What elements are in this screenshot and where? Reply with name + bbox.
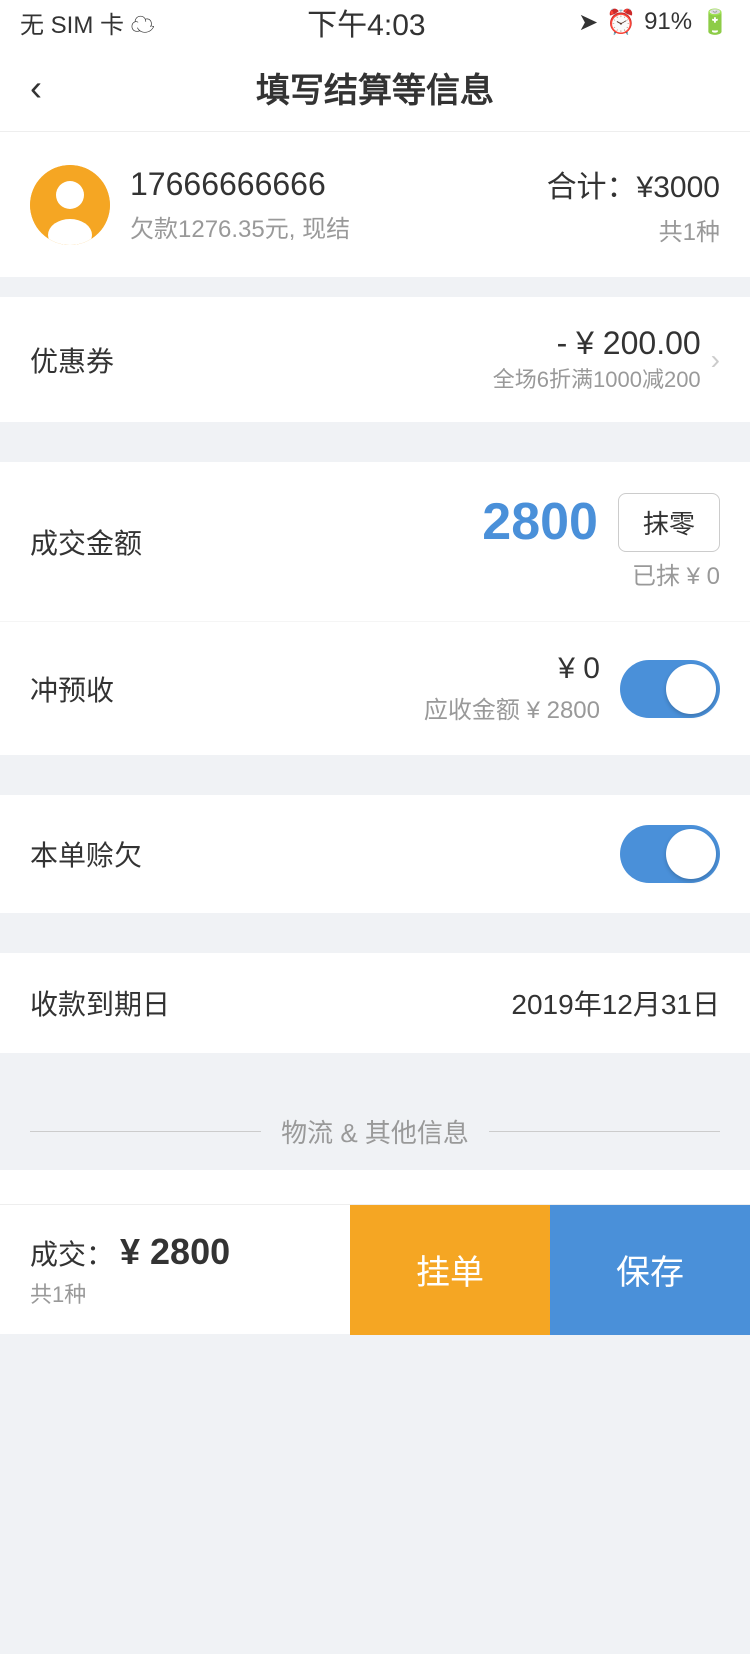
deal-amount-label: 成交金额 [30,522,142,562]
pre-collect-amount: ¥ 0 [424,652,600,686]
status-time: 下午4:03 [307,0,425,44]
user-total: 合计：¥3000 共1种 [547,162,720,247]
debt-toggle[interactable] [620,825,720,883]
user-info: 17666666666 欠款1276.35元, 现结 [30,165,350,245]
pre-collect-sub: 应收金额 ¥ 2800 [424,690,600,725]
debt-label: 本单赊欠 [30,834,142,874]
nav-bar: ‹ 填写结算等信息 [0,44,750,132]
pre-collect-info: ¥ 0 应收金额 ¥ 2800 [424,652,600,725]
status-right: ➤ ⏰ 91% 🔋 [578,8,730,37]
pre-collect-right: ¥ 0 应收金额 ¥ 2800 [424,652,720,725]
divider-line-left [30,1131,261,1132]
deal-amount-section: 成交金额 2800 抹零 已抹 ¥ 0 冲预收 ¥ 0 应收金额 ¥ 2800 [0,462,750,755]
bottom-deal-label: 成交： [30,1233,114,1273]
gray-spacer [0,1314,750,1514]
coupon-chevron-icon: › [711,344,720,376]
pre-collect-toggle[interactable] [620,660,720,718]
battery-icon: 🔋 [700,8,730,37]
back-button[interactable]: ‹ [30,67,90,109]
gray-divider-1 [0,442,750,462]
bottom-count: 共1种 [30,1277,320,1309]
debt-row: 本单赊欠 [0,795,750,913]
content-area: 17666666666 欠款1276.35元, 现结 合计：¥3000 共1种 … [0,132,750,1654]
hold-order-button[interactable]: 挂单 [350,1205,550,1335]
user-phone: 17666666666 [130,166,350,203]
user-card: 17666666666 欠款1276.35元, 现结 合计：¥3000 共1种 [0,132,750,277]
pre-collect-label: 冲预收 [30,669,114,709]
toggle-knob [666,664,716,714]
bottom-summary: 成交： ¥ 2800 共1种 [0,1231,350,1309]
coupon-right: - ¥ 200.00 全场6折满1000减200 › [493,325,720,394]
coupon-discount: - ¥ 200.00 [493,325,701,362]
logistics-divider: 物流 & 其他信息 [0,1093,750,1170]
bottom-bar: 成交： ¥ 2800 共1种 挂单 保存 [0,1204,750,1334]
divider-line-right [489,1131,720,1132]
logistics-divider-text: 物流 & 其他信息 [281,1113,469,1150]
avatar [30,165,110,245]
due-date-value: 2019年12月31日 [511,983,720,1023]
user-sub-text: 欠款1276.35元, 现结 [130,209,350,244]
amount-right: 2800 抹零 [482,492,720,552]
debt-toggle-knob [666,829,716,879]
deal-amount-row: 成交金额 2800 抹零 已抹 ¥ 0 [0,462,750,622]
debt-section: 本单赊欠 [0,795,750,913]
deal-amount-value: 2800 [482,492,598,552]
status-bar: 无 SIM 卡 ☁ 下午4:03 ➤ ⏰ 91% 🔋 [0,0,750,44]
coupon-label: 优惠券 [30,340,114,380]
due-date-section: 收款到期日 2019年12月31日 [0,953,750,1053]
alarm-icon: ⏰ [606,8,636,37]
round-button[interactable]: 抹零 [618,493,720,552]
sim-status: 无 SIM 卡 ☁ [20,5,155,40]
gray-divider-2 [0,775,750,795]
page-title: 填写结算等信息 [256,63,494,112]
coupon-row[interactable]: 优惠券 - ¥ 200.00 全场6折满1000减200 › [0,297,750,422]
total-count: 共1种 [547,212,720,247]
status-left: 无 SIM 卡 ☁ [20,5,155,40]
due-date-label: 收款到期日 [30,983,170,1023]
save-button[interactable]: 保存 [550,1205,750,1335]
location-icon: ➤ [578,8,598,37]
gray-divider-3 [0,933,750,953]
due-date-row: 收款到期日 2019年12月31日 [0,953,750,1053]
battery-level: 91% [644,8,692,36]
bottom-amount: ¥ 2800 [120,1231,230,1273]
pre-collect-row: 冲预收 ¥ 0 应收金额 ¥ 2800 [0,622,750,755]
total-amount: 合计：¥3000 [547,162,720,206]
deal-amount-sub: 已抹 ¥ 0 [482,556,720,591]
coupon-desc: 全场6折满1000减200 [493,362,701,394]
gray-divider-4 [0,1073,750,1093]
user-details: 17666666666 欠款1276.35元, 现结 [130,166,350,244]
